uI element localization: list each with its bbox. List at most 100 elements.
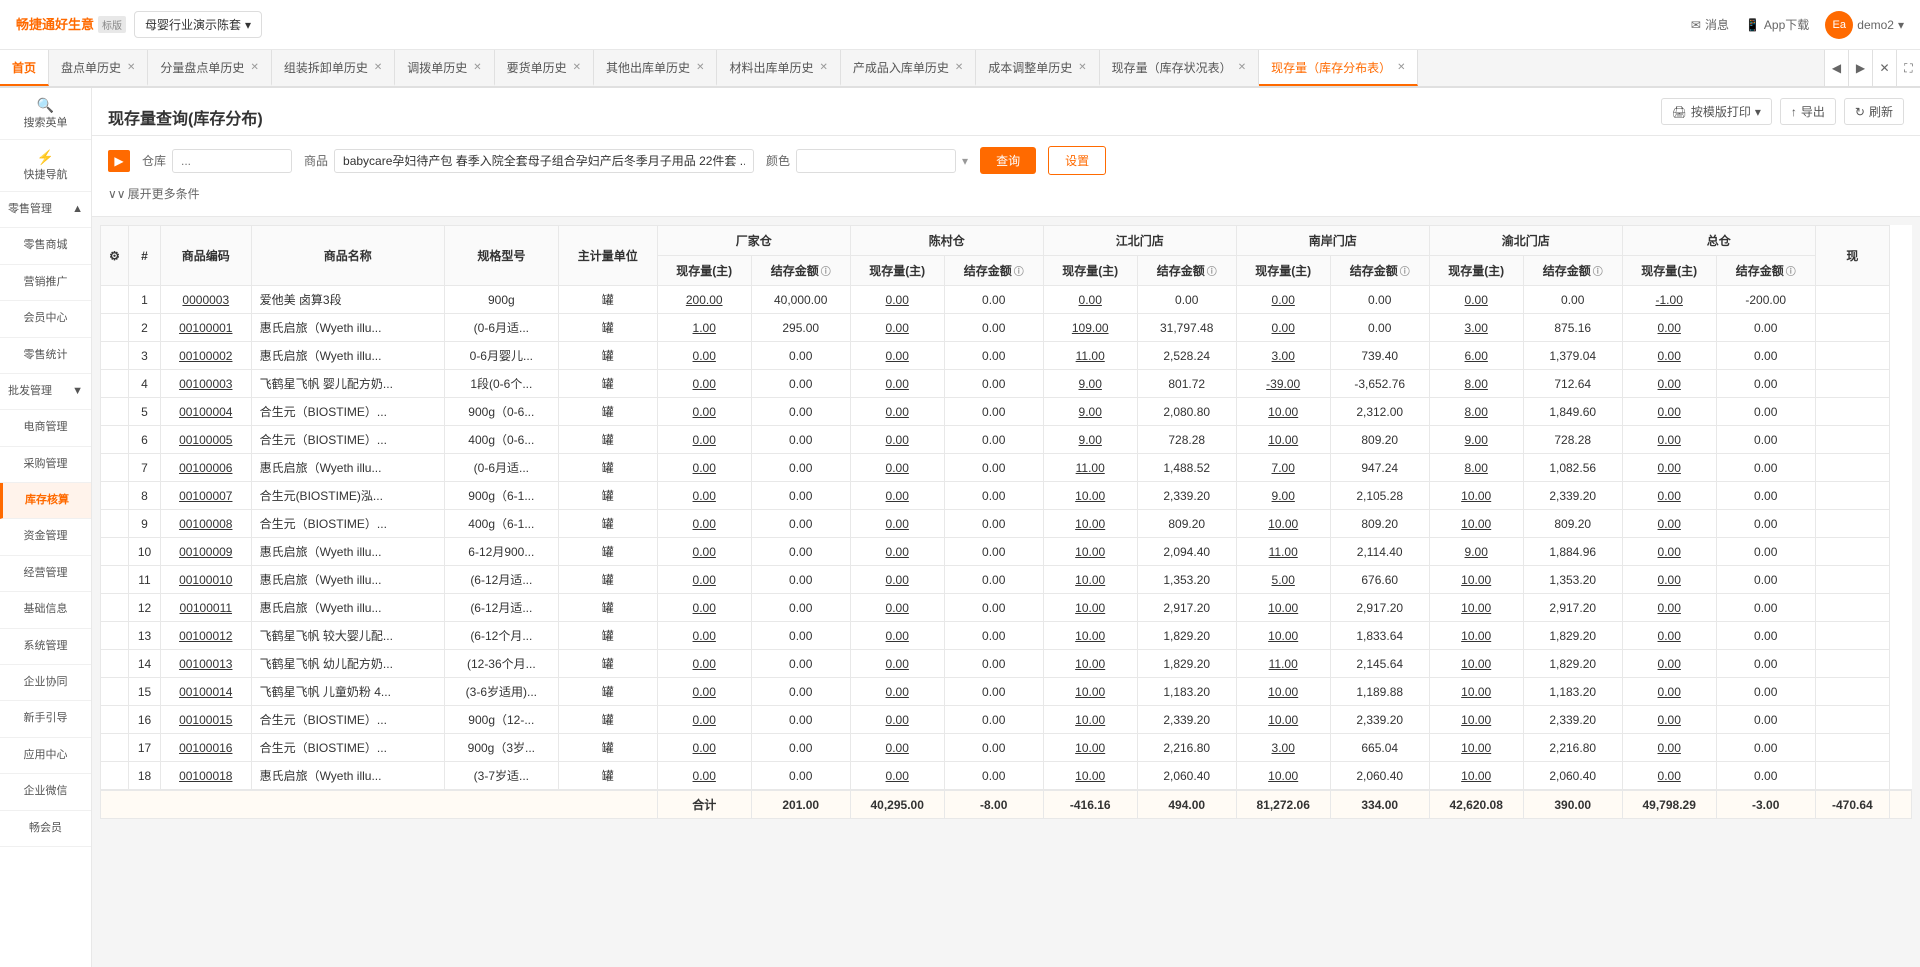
table-cell[interactable]: 10.00 [1043, 762, 1137, 791]
table-cell[interactable]: 0.00 [1043, 286, 1137, 314]
logo-area[interactable]: 畅捷通好生意 标版 [16, 16, 126, 33]
table-cell[interactable]: 10.00 [1236, 762, 1330, 791]
sidebar-item-retail-stats[interactable]: 零售统计 [0, 338, 91, 374]
table-cell[interactable]: 0.00 [657, 594, 751, 622]
tab-close-all-btn[interactable]: ✕ [1872, 50, 1896, 86]
table-cell[interactable]: 10.00 [1429, 482, 1523, 510]
sidebar-item-ecommerce[interactable]: 电商管理 [0, 410, 91, 446]
table-cell[interactable]: 10.00 [1043, 622, 1137, 650]
table-cell[interactable]: 00100015 [161, 706, 252, 734]
table-cell[interactable]: 00100014 [161, 678, 252, 706]
tab-close-icon[interactable]: ✕ [573, 62, 581, 73]
table-cell[interactable]: 0.00 [657, 622, 751, 650]
tab-close-icon[interactable]: ✕ [374, 62, 382, 73]
table-cell[interactable]: 0.00 [1622, 454, 1716, 482]
color-input[interactable] [796, 149, 956, 173]
table-cell[interactable]: 0.00 [850, 398, 944, 426]
tab-close-icon[interactable]: ✕ [127, 62, 135, 73]
table-cell[interactable]: 10.00 [1236, 426, 1330, 454]
warehouse-input[interactable] [172, 149, 292, 173]
sidebar-item-retail-mall[interactable]: 零售商城 [0, 228, 91, 264]
table-cell[interactable]: 0.00 [1622, 370, 1716, 398]
table-cell[interactable]: 8.00 [1429, 370, 1523, 398]
table-cell[interactable]: 0.00 [1622, 538, 1716, 566]
sidebar-item-fan-member[interactable]: 畅会员 [0, 811, 91, 847]
query-btn[interactable]: 查询 [980, 147, 1036, 174]
table-cell[interactable]: 0.00 [657, 538, 751, 566]
table-cell[interactable]: 11.00 [1236, 650, 1330, 678]
table-cell[interactable]: 11.00 [1043, 342, 1137, 370]
table-cell[interactable]: 10.00 [1236, 510, 1330, 538]
tab-close-icon[interactable]: ✕ [1078, 62, 1086, 73]
tab-next-btn[interactable]: ▶ [1848, 50, 1872, 86]
table-cell[interactable]: 9.00 [1043, 398, 1137, 426]
table-cell[interactable]: 0.00 [850, 426, 944, 454]
table-cell[interactable]: 0.00 [1622, 314, 1716, 342]
table-cell[interactable]: 0.00 [850, 314, 944, 342]
table-cell[interactable]: 0.00 [1429, 286, 1523, 314]
tab-other-out[interactable]: 其他出库单历史 ✕ [594, 50, 717, 86]
table-cell[interactable]: 9.00 [1043, 370, 1137, 398]
table-cell[interactable]: 0.00 [1622, 762, 1716, 791]
table-cell[interactable]: 10.00 [1429, 510, 1523, 538]
table-cell[interactable]: 0.00 [657, 426, 751, 454]
table-cell[interactable]: 0.00 [850, 734, 944, 762]
table-cell[interactable]: 10.00 [1429, 762, 1523, 791]
table-cell[interactable]: 10.00 [1043, 706, 1137, 734]
tab-product-in[interactable]: 产成品入库单历史 ✕ [841, 50, 976, 86]
sidebar-item-marketing[interactable]: 营销推广 [0, 265, 91, 301]
sidebar-item-finance[interactable]: 资金管理 [0, 519, 91, 555]
sidebar-item-retail-mgmt[interactable]: 零售管理 ▲ [0, 192, 91, 228]
table-cell[interactable]: 0.00 [1622, 426, 1716, 454]
sidebar-item-system[interactable]: 系统管理 [0, 629, 91, 665]
tab-close-icon[interactable]: ✕ [473, 62, 481, 73]
table-cell[interactable]: 0.00 [850, 706, 944, 734]
table-cell[interactable]: 0.00 [657, 566, 751, 594]
table-cell[interactable]: 0.00 [657, 734, 751, 762]
filter-toggle-btn[interactable]: ▶ [108, 150, 130, 172]
table-cell[interactable]: 00100010 [161, 566, 252, 594]
table-cell[interactable]: 0.00 [850, 538, 944, 566]
tab-close-icon[interactable]: ✕ [1397, 62, 1405, 73]
table-cell[interactable]: 0000003 [161, 286, 252, 314]
table-cell[interactable]: 6.00 [1429, 342, 1523, 370]
table-cell[interactable]: 00100007 [161, 482, 252, 510]
table-cell[interactable]: 8.00 [1429, 398, 1523, 426]
table-cell[interactable]: 0.00 [1622, 566, 1716, 594]
refresh-btn[interactable]: ↻ 刷新 [1844, 98, 1904, 125]
table-cell[interactable]: 00100013 [161, 650, 252, 678]
message-btn[interactable]: ✉ 消息 [1691, 16, 1729, 33]
tab-transfer[interactable]: 调拨单历史 ✕ [395, 50, 494, 86]
table-cell[interactable]: 0.00 [850, 370, 944, 398]
tab-stock-status[interactable]: 现存量（库存状况表） ✕ [1100, 50, 1259, 86]
table-cell[interactable]: 0.00 [657, 454, 751, 482]
table-cell[interactable]: 0.00 [1236, 286, 1330, 314]
print-btn[interactable]: 🖨 按模版打印 ▾ [1661, 98, 1772, 125]
tab-assembly[interactable]: 组装拆卸单历史 ✕ [272, 50, 395, 86]
table-cell[interactable]: 200.00 [657, 286, 751, 314]
table-cell[interactable]: 10.00 [1429, 566, 1523, 594]
table-cell[interactable]: 0.00 [1622, 650, 1716, 678]
table-cell[interactable]: 00100016 [161, 734, 252, 762]
table-cell[interactable]: 10.00 [1429, 650, 1523, 678]
tab-home[interactable]: 首页 [0, 50, 49, 86]
table-cell[interactable]: 10.00 [1043, 538, 1137, 566]
table-cell[interactable]: 0.00 [657, 370, 751, 398]
sidebar-item-search[interactable]: 🔍 搜索英单 [0, 88, 91, 140]
tab-batch-inventory[interactable]: 分量盘点单历史 ✕ [148, 50, 271, 86]
table-cell[interactable]: 0.00 [1236, 314, 1330, 342]
sidebar-item-operation[interactable]: 经营管理 [0, 556, 91, 592]
table-cell[interactable]: 10.00 [1236, 678, 1330, 706]
table-cell[interactable]: 10.00 [1429, 622, 1523, 650]
table-cell[interactable]: 3.00 [1236, 342, 1330, 370]
table-cell[interactable]: 10.00 [1429, 734, 1523, 762]
sidebar-item-new-guide[interactable]: 新手引导 [0, 701, 91, 737]
table-cell[interactable]: 00100003 [161, 370, 252, 398]
table-cell[interactable]: 9.00 [1043, 426, 1137, 454]
table-cell[interactable]: 00100002 [161, 342, 252, 370]
table-cell[interactable]: 10.00 [1043, 734, 1137, 762]
table-cell[interactable]: 0.00 [657, 706, 751, 734]
table-cell[interactable]: 00100012 [161, 622, 252, 650]
table-cell[interactable]: 10.00 [1429, 678, 1523, 706]
sidebar-item-enterprise-collab[interactable]: 企业协同 [0, 665, 91, 701]
